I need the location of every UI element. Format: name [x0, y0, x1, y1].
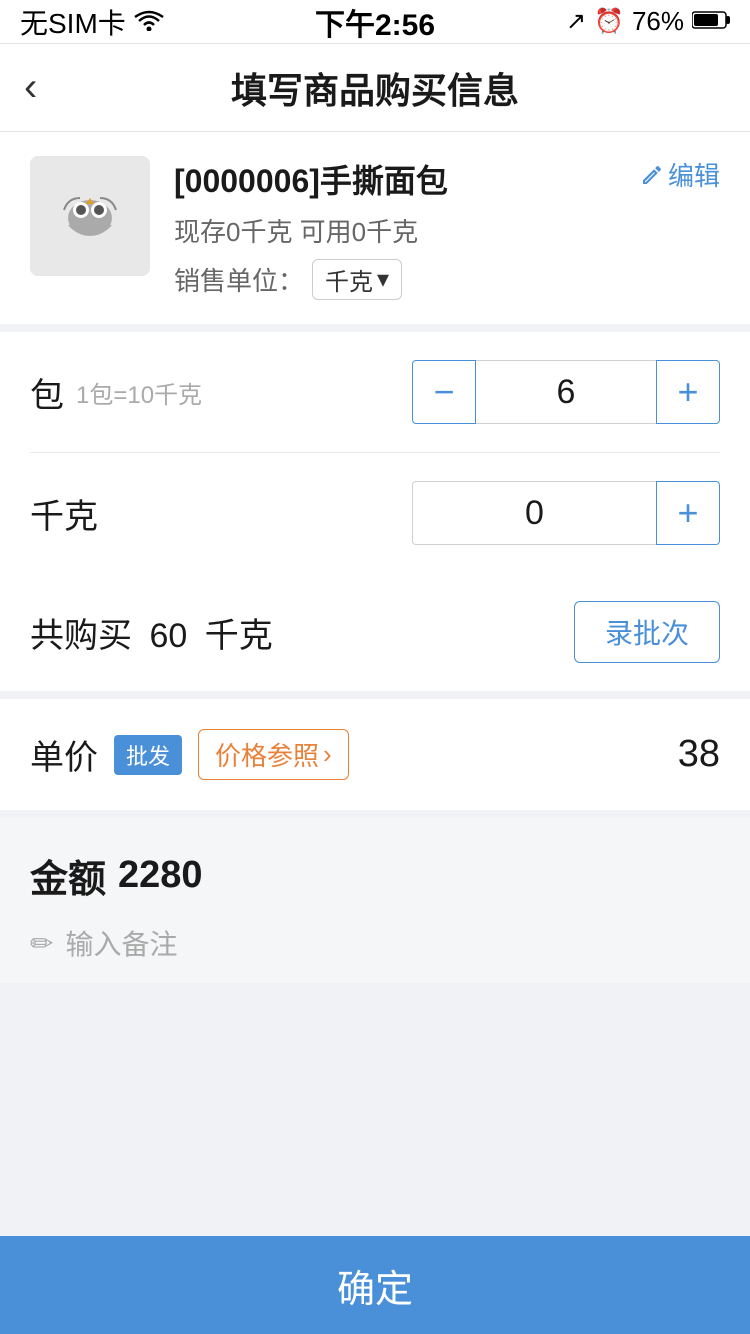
amount-section: 金额 2280 ✏ 输入备注 [0, 818, 750, 983]
carrier-text: 无SIM卡 [20, 2, 126, 42]
price-value: 38 [678, 733, 720, 776]
package-qty-input[interactable] [476, 360, 656, 424]
amount-value: 2280 [118, 854, 203, 897]
total-amount: 60 [149, 617, 187, 655]
unit-label: 销售单位： [174, 261, 304, 298]
battery-text: 76% [632, 6, 684, 37]
edit-button[interactable]: 编辑 [640, 156, 720, 193]
location-icon: ↗ [566, 7, 586, 36]
product-header: [0000006]手撕面包 编辑 [174, 156, 720, 202]
product-unit-row: 销售单位： 千克 ▾ [174, 259, 720, 300]
confirm-button[interactable]: 确定 [0, 1236, 750, 1334]
price-tag: 批发 [114, 735, 182, 775]
kg-qty-controls: + [412, 481, 720, 545]
package-label: 包 [30, 368, 64, 417]
status-time: 下午2:56 [315, 0, 435, 44]
package-qty-row: 包 1包=10千克 − + [30, 332, 720, 453]
nav-bar: ‹ 填写商品购买信息 [0, 44, 750, 132]
back-button[interactable]: ‹ [24, 65, 37, 110]
confirm-button-label: 确定 [337, 1258, 413, 1313]
package-plus-button[interactable]: + [656, 360, 720, 424]
price-left: 单价 批发 价格参照 › [30, 729, 349, 780]
status-right: ↗ ⏰ 76% [566, 6, 730, 37]
price-section: 单价 批发 价格参照 › 38 [0, 699, 750, 818]
quantity-section: 包 1包=10千克 − + 千克 + [0, 332, 750, 573]
package-label-group: 包 1包=10千克 [30, 368, 202, 417]
unit-selector[interactable]: 千克 ▾ [312, 259, 402, 300]
product-info: [0000006]手撕面包 编辑 现存0千克 可用0千克 销售单位： 千克 ▾ [174, 156, 720, 300]
kg-label-group: 千克 [30, 489, 98, 538]
amount-label: 金额 [30, 848, 106, 903]
status-bar: 无SIM卡 下午2:56 ↗ ⏰ 76% [0, 0, 750, 44]
status-left: 无SIM卡 [20, 2, 164, 42]
wifi-icon [134, 6, 164, 38]
remark-row[interactable]: ✏ 输入备注 [30, 923, 720, 963]
remark-placeholder: 输入备注 [65, 923, 177, 963]
price-ref-button[interactable]: 价格参照 › [198, 729, 349, 780]
package-minus-button[interactable]: − [412, 360, 476, 424]
battery-icon [692, 6, 730, 37]
product-card: [0000006]手撕面包 编辑 现存0千克 可用0千克 销售单位： 千克 ▾ [0, 132, 750, 332]
kg-plus-button[interactable]: + [656, 481, 720, 545]
kg-label: 千克 [30, 489, 98, 538]
amount-row: 金额 2280 [30, 848, 720, 903]
package-hint: 1包=10千克 [76, 375, 202, 410]
total-row: 共购买 60 千克 录批次 [0, 573, 750, 699]
remark-icon: ✏ [30, 927, 53, 960]
product-name: [0000006]手撕面包 [174, 156, 448, 202]
price-row: 单价 批发 价格参照 › 38 [30, 729, 720, 780]
price-label: 单价 [30, 730, 98, 779]
kg-qty-input[interactable] [412, 481, 656, 545]
product-stock: 现存0千克 可用0千克 [174, 212, 720, 249]
total-text: 共购买 60 千克 [30, 608, 273, 657]
product-image [30, 156, 150, 276]
batch-button[interactable]: 录批次 [574, 601, 720, 663]
kg-qty-row: 千克 + [30, 453, 720, 573]
page-title: 填写商品购买信息 [231, 62, 519, 114]
package-qty-controls: − + [412, 360, 720, 424]
alarm-icon: ⏰ [594, 7, 624, 36]
